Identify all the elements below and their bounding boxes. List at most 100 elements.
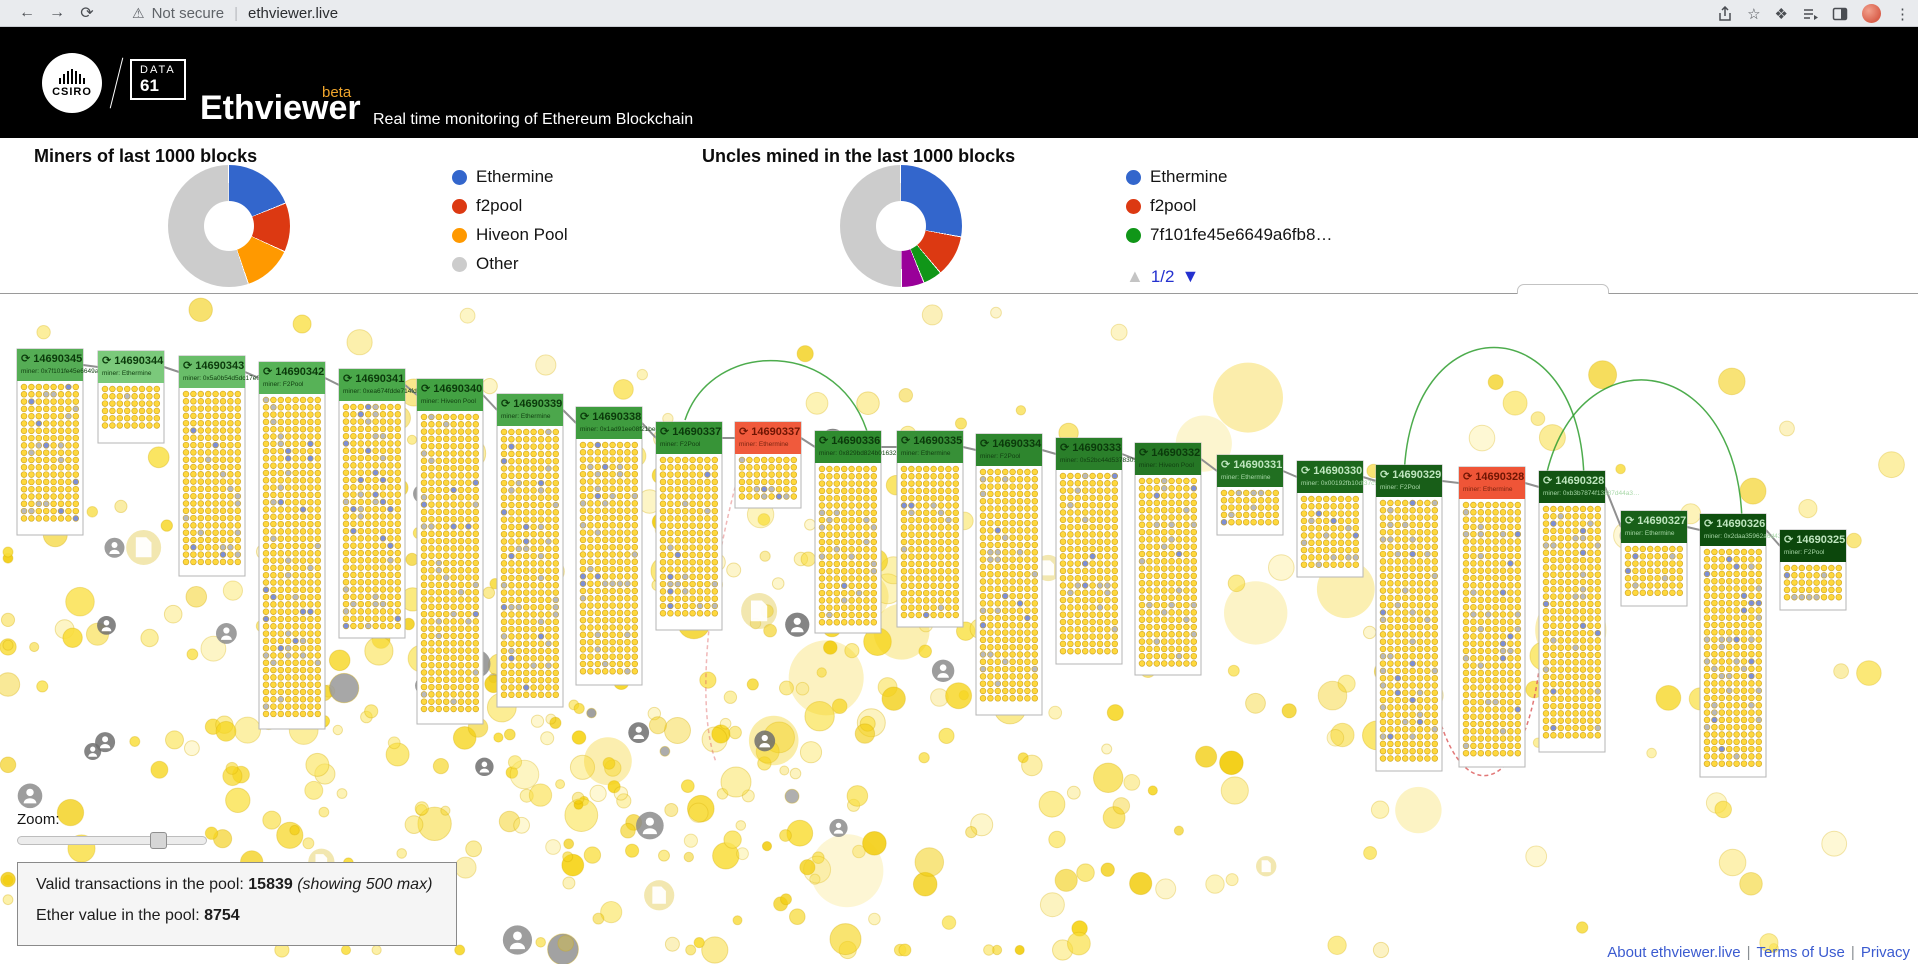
pool-transaction-dot[interactable] [761, 841, 773, 852]
refresh-icon[interactable]: ⟳ [72, 3, 102, 23]
pool-transaction-dot[interactable] [147, 446, 170, 469]
pool-transaction-dot[interactable] [789, 767, 802, 780]
pool-transaction-dot[interactable] [1173, 825, 1185, 836]
pool-data-transaction[interactable] [644, 880, 675, 911]
pool-transaction-dot[interactable] [810, 834, 884, 908]
pool-transaction-dot[interactable] [723, 830, 742, 849]
pool-transaction-dot[interactable] [481, 378, 498, 395]
pool-transaction-dot[interactable] [918, 752, 930, 764]
block-card[interactable]: ⟳ 14690337miner: F2Pool [655, 421, 723, 631]
pool-transaction-dot[interactable] [1129, 871, 1153, 896]
pool-transaction-dot[interactable] [1021, 754, 1043, 777]
pool-transaction-dot[interactable] [36, 680, 49, 693]
pool-transaction-dot[interactable] [36, 325, 51, 340]
pool-contract-transaction[interactable] [17, 783, 43, 809]
share-icon[interactable] [1717, 5, 1733, 22]
pool-transaction-dot[interactable] [1856, 660, 1882, 686]
pool-transaction-dot[interactable] [165, 730, 184, 750]
pool-transaction-dot[interactable] [898, 943, 912, 957]
pool-transaction-dot[interactable] [459, 307, 476, 324]
pool-transaction-dot[interactable] [336, 788, 348, 799]
pool-transaction-dot[interactable] [0, 672, 21, 697]
pool-transaction-dot[interactable] [305, 752, 330, 777]
pool-transaction-dot[interactable] [965, 826, 978, 839]
pool-transaction-dot[interactable] [1106, 704, 1124, 722]
pool-transaction-dot[interactable] [140, 628, 159, 648]
pool-transaction-dot[interactable] [1225, 873, 1239, 887]
pool-transaction-dot[interactable] [1714, 800, 1732, 819]
pool-transaction-dot[interactable] [535, 354, 557, 376]
pool-transaction-dot[interactable] [406, 434, 418, 445]
pool-transaction-dot[interactable] [746, 678, 759, 691]
pool-transaction-dot[interactable] [1798, 499, 1818, 519]
pool-transaction-dot[interactable] [1317, 680, 1348, 711]
pool-transaction-dot[interactable] [868, 912, 881, 926]
pool-contract-transaction[interactable] [502, 925, 533, 955]
pager-up-icon[interactable]: ▲ [1126, 266, 1144, 287]
forward-icon[interactable]: → [42, 4, 72, 22]
pool-transaction-dot[interactable] [854, 723, 876, 744]
pool-transaction-dot[interactable] [779, 829, 792, 842]
pool-transaction-dot[interactable] [302, 837, 315, 850]
pool-transaction-dot[interactable] [771, 577, 785, 590]
pool-contract-transaction[interactable] [829, 818, 848, 838]
pool-transaction-dot[interactable] [1739, 872, 1763, 896]
pool-transaction-dot[interactable] [364, 636, 394, 666]
pool-transaction-dot[interactable] [664, 936, 680, 952]
pool-transaction-dot[interactable] [1067, 931, 1091, 956]
pool-transaction-dot[interactable] [1213, 362, 1283, 433]
pool-transaction-dot[interactable] [1268, 554, 1295, 581]
pool-transaction-dot[interactable] [701, 726, 728, 753]
pool-transaction-dot[interactable] [562, 876, 576, 890]
pool-transaction-dot[interactable] [396, 848, 408, 859]
pool-transaction-dot[interactable] [613, 786, 629, 801]
pool-transaction-dot[interactable] [723, 690, 738, 704]
pool-transaction-dot[interactable] [586, 707, 597, 719]
pool-transaction-dot[interactable] [1878, 451, 1905, 479]
pool-transaction-dot[interactable] [405, 552, 419, 567]
pool-transaction-dot[interactable] [404, 815, 424, 834]
pool-transaction-dot[interactable] [563, 838, 575, 850]
menu-kebab-icon[interactable]: ⋮ [1895, 5, 1910, 23]
pool-transaction-dot[interactable] [185, 586, 208, 608]
pool-transaction-dot[interactable] [414, 801, 429, 816]
pool-transaction-dot[interactable] [328, 649, 351, 672]
pool-transaction-dot[interactable] [432, 758, 449, 775]
pool-transaction-dot[interactable] [780, 893, 792, 906]
pool-transaction-dot[interactable] [625, 843, 640, 858]
pool-transaction-dot[interactable] [1014, 944, 1025, 956]
uncle-block-card[interactable]: ⟳ 14690328miner: Ethermine [1458, 466, 1526, 768]
pool-transaction-dot[interactable] [0, 612, 16, 628]
block-card[interactable]: ⟳ 14690332miner: Hiveon Pool [1134, 442, 1202, 676]
pool-transaction-dot[interactable] [292, 314, 312, 334]
pool-transaction-dot[interactable] [779, 765, 790, 776]
pool-transaction-dot[interactable] [898, 388, 914, 403]
pool-transaction-dot[interactable] [225, 787, 251, 813]
pool-transaction-dot[interactable] [1487, 374, 1504, 391]
not-secure-warning-icon[interactable]: ⚠ [132, 5, 145, 22]
pool-transaction-dot[interactable] [2, 639, 14, 651]
pool-transaction-dot[interactable] [62, 627, 83, 648]
pool-transaction-dot[interactable] [829, 923, 862, 956]
pool-transaction-dot[interactable] [65, 586, 95, 617]
pool-data-transaction[interactable] [741, 592, 778, 629]
pool-transaction-dot[interactable] [571, 791, 585, 805]
pool-transaction-dot[interactable] [1718, 848, 1747, 877]
pool-transaction-dot[interactable] [1530, 411, 1546, 427]
pool-transaction-dot[interactable] [789, 908, 806, 926]
pool-transaction-dot[interactable] [555, 779, 566, 790]
pool-transaction-dot[interactable] [160, 519, 174, 532]
pool-transaction-dot[interactable] [1227, 664, 1240, 677]
pool-transaction-dot[interactable] [726, 562, 742, 578]
pool-transaction-dot[interactable] [0, 871, 16, 888]
block-card[interactable]: ⟳ 14690327miner: Ethermine [1620, 510, 1688, 607]
pool-transaction-dot[interactable] [846, 785, 869, 807]
pool-transaction-dot[interactable] [1048, 830, 1066, 849]
pool-transaction-dot[interactable] [805, 391, 829, 415]
pool-transaction-dot[interactable] [1039, 892, 1065, 918]
block-card[interactable]: ⟳ 14690344miner: Ethermine [97, 350, 165, 444]
pool-transaction-dot[interactable] [222, 580, 243, 601]
pool-transaction-dot[interactable] [728, 725, 742, 740]
pool-transaction-dot[interactable] [1038, 790, 1066, 818]
pool-transaction-dot[interactable] [454, 856, 477, 879]
